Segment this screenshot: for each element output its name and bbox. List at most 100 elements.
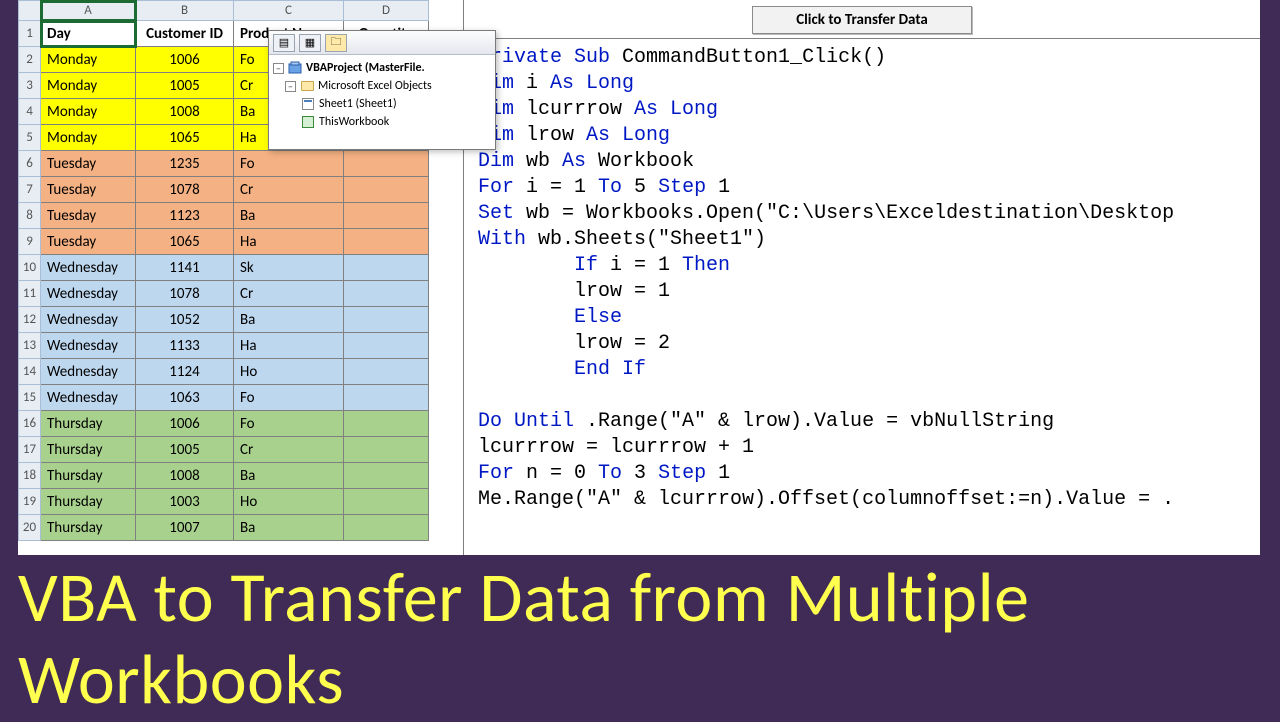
row-8[interactable]: 8 xyxy=(19,203,41,229)
cell-D8[interactable] xyxy=(344,203,429,229)
row-19[interactable]: 19 xyxy=(19,489,41,515)
cell-D14[interactable] xyxy=(344,359,429,385)
cell-A9[interactable]: Tuesday xyxy=(41,229,136,255)
cell-B11[interactable]: 1078 xyxy=(136,281,234,307)
cell-C16[interactable]: Fo xyxy=(234,411,344,437)
cell-C13[interactable]: Ha xyxy=(234,333,344,359)
cell-C18[interactable]: Ba xyxy=(234,463,344,489)
spreadsheet[interactable]: A B C D 1 Day Customer ID Product Name Q… xyxy=(18,0,463,555)
cell-B4[interactable]: 1008 xyxy=(136,99,234,125)
vbe-toggle-folders-button[interactable]: 🗀 xyxy=(325,34,347,52)
vbe-project-node[interactable]: − VBAProject (MasterFile. xyxy=(273,59,491,77)
cell-C19[interactable]: Ho xyxy=(234,489,344,515)
row-3[interactable]: 3 xyxy=(19,73,41,99)
vbe-sheet-node[interactable]: Sheet1 (Sheet1) xyxy=(273,95,491,113)
cell-A13[interactable]: Wednesday xyxy=(41,333,136,359)
cell-D7[interactable] xyxy=(344,177,429,203)
cell-C12[interactable]: Ba xyxy=(234,307,344,333)
cell-D6[interactable] xyxy=(344,151,429,177)
row-7[interactable]: 7 xyxy=(19,177,41,203)
cell-B1[interactable]: Customer ID xyxy=(136,21,234,47)
cell-B7[interactable]: 1078 xyxy=(136,177,234,203)
cell-A20[interactable]: Thursday xyxy=(41,515,136,541)
col-A[interactable]: A xyxy=(41,1,136,21)
row-13[interactable]: 13 xyxy=(19,333,41,359)
cell-B5[interactable]: 1065 xyxy=(136,125,234,151)
select-all[interactable] xyxy=(19,1,41,21)
cell-B9[interactable]: 1065 xyxy=(136,229,234,255)
row-16[interactable]: 16 xyxy=(19,411,41,437)
cell-B2[interactable]: 1006 xyxy=(136,47,234,73)
cell-A15[interactable]: Wednesday xyxy=(41,385,136,411)
cell-D12[interactable] xyxy=(344,307,429,333)
vbe-view-object-button[interactable]: ▦ xyxy=(299,34,321,52)
row-17[interactable]: 17 xyxy=(19,437,41,463)
cell-D17[interactable] xyxy=(344,437,429,463)
cell-A2[interactable]: Monday xyxy=(41,47,136,73)
cell-B19[interactable]: 1003 xyxy=(136,489,234,515)
cell-C14[interactable]: Ho xyxy=(234,359,344,385)
cell-B16[interactable]: 1006 xyxy=(136,411,234,437)
row-10[interactable]: 10 xyxy=(19,255,41,281)
cell-B3[interactable]: 1005 xyxy=(136,73,234,99)
vba-code-editor[interactable]: Private Sub CommandButton1_Click() Dim i… xyxy=(464,38,1260,555)
cell-D11[interactable] xyxy=(344,281,429,307)
col-B[interactable]: B xyxy=(136,1,234,21)
transfer-data-button[interactable]: Click to Transfer Data xyxy=(752,6,972,34)
cell-B17[interactable]: 1005 xyxy=(136,437,234,463)
cell-A3[interactable]: Monday xyxy=(41,73,136,99)
cell-B13[interactable]: 1133 xyxy=(136,333,234,359)
vbe-project-explorer[interactable]: ▤ ▦ 🗀 − VBAProject (MasterFile. − Micros… xyxy=(268,30,496,150)
vbe-view-code-button[interactable]: ▤ xyxy=(273,34,295,52)
cell-A19[interactable]: Thursday xyxy=(41,489,136,515)
vbe-thisworkbook-node[interactable]: ThisWorkbook xyxy=(273,113,491,131)
row-20[interactable]: 20 xyxy=(19,515,41,541)
cell-C15[interactable]: Fo xyxy=(234,385,344,411)
cell-A16[interactable]: Thursday xyxy=(41,411,136,437)
cell-A4[interactable]: Monday xyxy=(41,99,136,125)
cell-D9[interactable] xyxy=(344,229,429,255)
row-5[interactable]: 5 xyxy=(19,125,41,151)
vbe-group-node[interactable]: − Microsoft Excel Objects xyxy=(273,77,491,95)
cell-A14[interactable]: Wednesday xyxy=(41,359,136,385)
row-18[interactable]: 18 xyxy=(19,463,41,489)
collapse-icon[interactable]: − xyxy=(273,63,284,74)
cell-D19[interactable] xyxy=(344,489,429,515)
cell-C7[interactable]: Cr xyxy=(234,177,344,203)
cell-D16[interactable] xyxy=(344,411,429,437)
cell-B12[interactable]: 1052 xyxy=(136,307,234,333)
cell-A5[interactable]: Monday xyxy=(41,125,136,151)
cell-C10[interactable]: Sk xyxy=(234,255,344,281)
cell-D20[interactable] xyxy=(344,515,429,541)
cell-C6[interactable]: Fo xyxy=(234,151,344,177)
collapse-icon[interactable]: − xyxy=(285,81,296,92)
cell-A1[interactable]: Day xyxy=(41,21,136,47)
cell-A11[interactable]: Wednesday xyxy=(41,281,136,307)
row-6[interactable]: 6 xyxy=(19,151,41,177)
cell-A12[interactable]: Wednesday xyxy=(41,307,136,333)
cell-B14[interactable]: 1124 xyxy=(136,359,234,385)
cell-B8[interactable]: 1123 xyxy=(136,203,234,229)
cell-A18[interactable]: Thursday xyxy=(41,463,136,489)
cell-C17[interactable]: Cr xyxy=(234,437,344,463)
cell-C20[interactable]: Ba xyxy=(234,515,344,541)
row-12[interactable]: 12 xyxy=(19,307,41,333)
cell-D10[interactable] xyxy=(344,255,429,281)
cell-D18[interactable] xyxy=(344,463,429,489)
cell-D13[interactable] xyxy=(344,333,429,359)
cell-C9[interactable]: Ha xyxy=(234,229,344,255)
cell-B15[interactable]: 1063 xyxy=(136,385,234,411)
row-11[interactable]: 11 xyxy=(19,281,41,307)
cell-C8[interactable]: Ba xyxy=(234,203,344,229)
cell-A7[interactable]: Tuesday xyxy=(41,177,136,203)
row-4[interactable]: 4 xyxy=(19,99,41,125)
cell-D15[interactable] xyxy=(344,385,429,411)
row-15[interactable]: 15 xyxy=(19,385,41,411)
cell-B6[interactable]: 1235 xyxy=(136,151,234,177)
row-9[interactable]: 9 xyxy=(19,229,41,255)
row-14[interactable]: 14 xyxy=(19,359,41,385)
cell-A10[interactable]: Wednesday xyxy=(41,255,136,281)
cell-A8[interactable]: Tuesday xyxy=(41,203,136,229)
cell-B18[interactable]: 1008 xyxy=(136,463,234,489)
col-D[interactable]: D xyxy=(344,1,429,21)
